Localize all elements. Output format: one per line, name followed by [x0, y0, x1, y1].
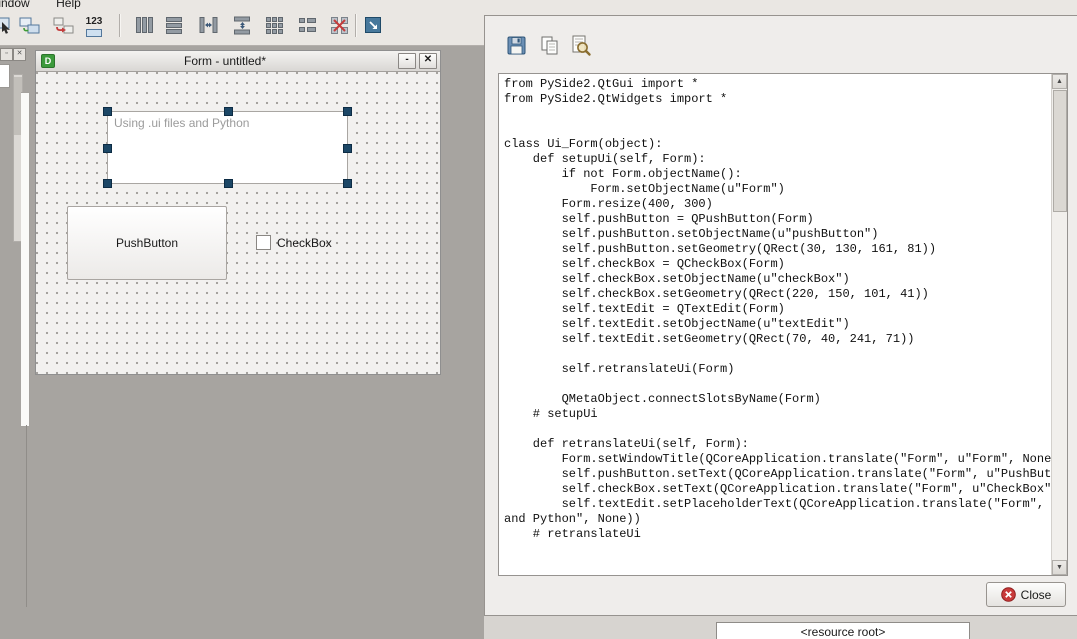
qt-designer-window: { "menubar": { "items": ["Window", "Help… — [0, 0, 1077, 638]
toolbar-separator — [355, 14, 357, 37]
selection-handle[interactable] — [343, 107, 352, 116]
scroll-up-button[interactable]: ▲ — [1052, 74, 1067, 89]
form-close-button[interactable]: ✕ — [419, 53, 437, 69]
layout-vertical-icon[interactable] — [163, 14, 187, 38]
toolbar-separator — [119, 14, 121, 37]
form-titlebar[interactable]: D Form - untitled* - ✕ — [36, 51, 440, 72]
form-minimize-button[interactable]: - — [398, 53, 416, 69]
find-button[interactable] — [569, 34, 593, 58]
close-icon — [1001, 587, 1016, 602]
copy-icon — [538, 34, 562, 58]
menu-item-help[interactable]: Help — [56, 0, 81, 9]
textedit-widget[interactable]: Using .ui files and Python — [107, 111, 348, 184]
edit-signals-slots-icon[interactable] — [18, 14, 42, 38]
find-icon — [569, 34, 593, 58]
designer-form-icon: D — [41, 54, 55, 68]
layout-form-icon[interactable] — [296, 14, 320, 38]
code-text[interactable]: from PySide2.QtGui import * from PySide2… — [499, 74, 1067, 545]
selection-handle[interactable] — [103, 179, 112, 188]
panel-divider — [26, 425, 27, 607]
checkbox-box[interactable] — [256, 235, 271, 250]
selection-handle[interactable] — [103, 107, 112, 116]
widget-box-panel-edge — [21, 92, 30, 427]
checkbox-label: CheckBox — [277, 236, 332, 250]
adjust-size-icon[interactable] — [362, 14, 386, 38]
form-canvas[interactable]: Using .ui files and Python PushButton Ch… — [36, 72, 440, 374]
selection-handle[interactable] — [343, 179, 352, 188]
scrollbar-thumb[interactable] — [1053, 90, 1067, 212]
selection-handle[interactable] — [343, 144, 352, 153]
edit-buddies-icon[interactable] — [52, 14, 76, 38]
form-window: D Form - untitled* - ✕ Using .ui files a… — [35, 50, 441, 375]
code-viewer-dialog: from PySide2.QtGui import * from PySide2… — [484, 15, 1077, 617]
code-scrollbar[interactable]: ▲ ▼ — [1051, 74, 1067, 575]
menu-item-window[interactable]: Window — [0, 0, 30, 9]
checkbox-widget[interactable]: CheckBox — [256, 235, 332, 250]
save-icon — [505, 34, 529, 58]
edit-widgets-icon[interactable] — [0, 14, 16, 38]
bottom-dock: <resource root> — [484, 615, 1077, 639]
layout-grid-icon[interactable] — [263, 14, 287, 38]
selection-handle[interactable] — [224, 107, 233, 116]
selection-handle[interactable] — [224, 179, 233, 188]
pushbutton-widget[interactable]: PushButton — [67, 206, 227, 280]
save-button[interactable] — [505, 34, 529, 58]
splitter-vertical-icon[interactable] — [231, 14, 255, 38]
form-window-title: Form - untitled* — [55, 54, 395, 68]
selection-handle[interactable] — [103, 144, 112, 153]
splitter-horizontal-icon[interactable] — [197, 14, 221, 38]
copy-button[interactable] — [538, 34, 562, 58]
widget-filter-input[interactable] — [0, 64, 10, 88]
scroll-down-button[interactable]: ▼ — [1052, 560, 1067, 575]
menubar: Window Help — [0, 0, 220, 9]
layout-horizontal-icon[interactable] — [133, 14, 157, 38]
close-button[interactable]: Close — [986, 582, 1066, 607]
code-area[interactable]: from PySide2.QtGui import * from PySide2… — [498, 73, 1068, 576]
edit-tab-order-icon[interactable]: 123 — [82, 14, 106, 38]
resource-root-item[interactable]: <resource root> — [716, 622, 970, 639]
dock-close-button[interactable]: ✕ — [13, 48, 26, 61]
tab-order-label: 123 — [82, 16, 106, 27]
dock-float-button[interactable]: ▫ — [0, 48, 13, 61]
close-button-label: Close — [1021, 588, 1052, 602]
break-layout-icon[interactable] — [328, 14, 352, 38]
